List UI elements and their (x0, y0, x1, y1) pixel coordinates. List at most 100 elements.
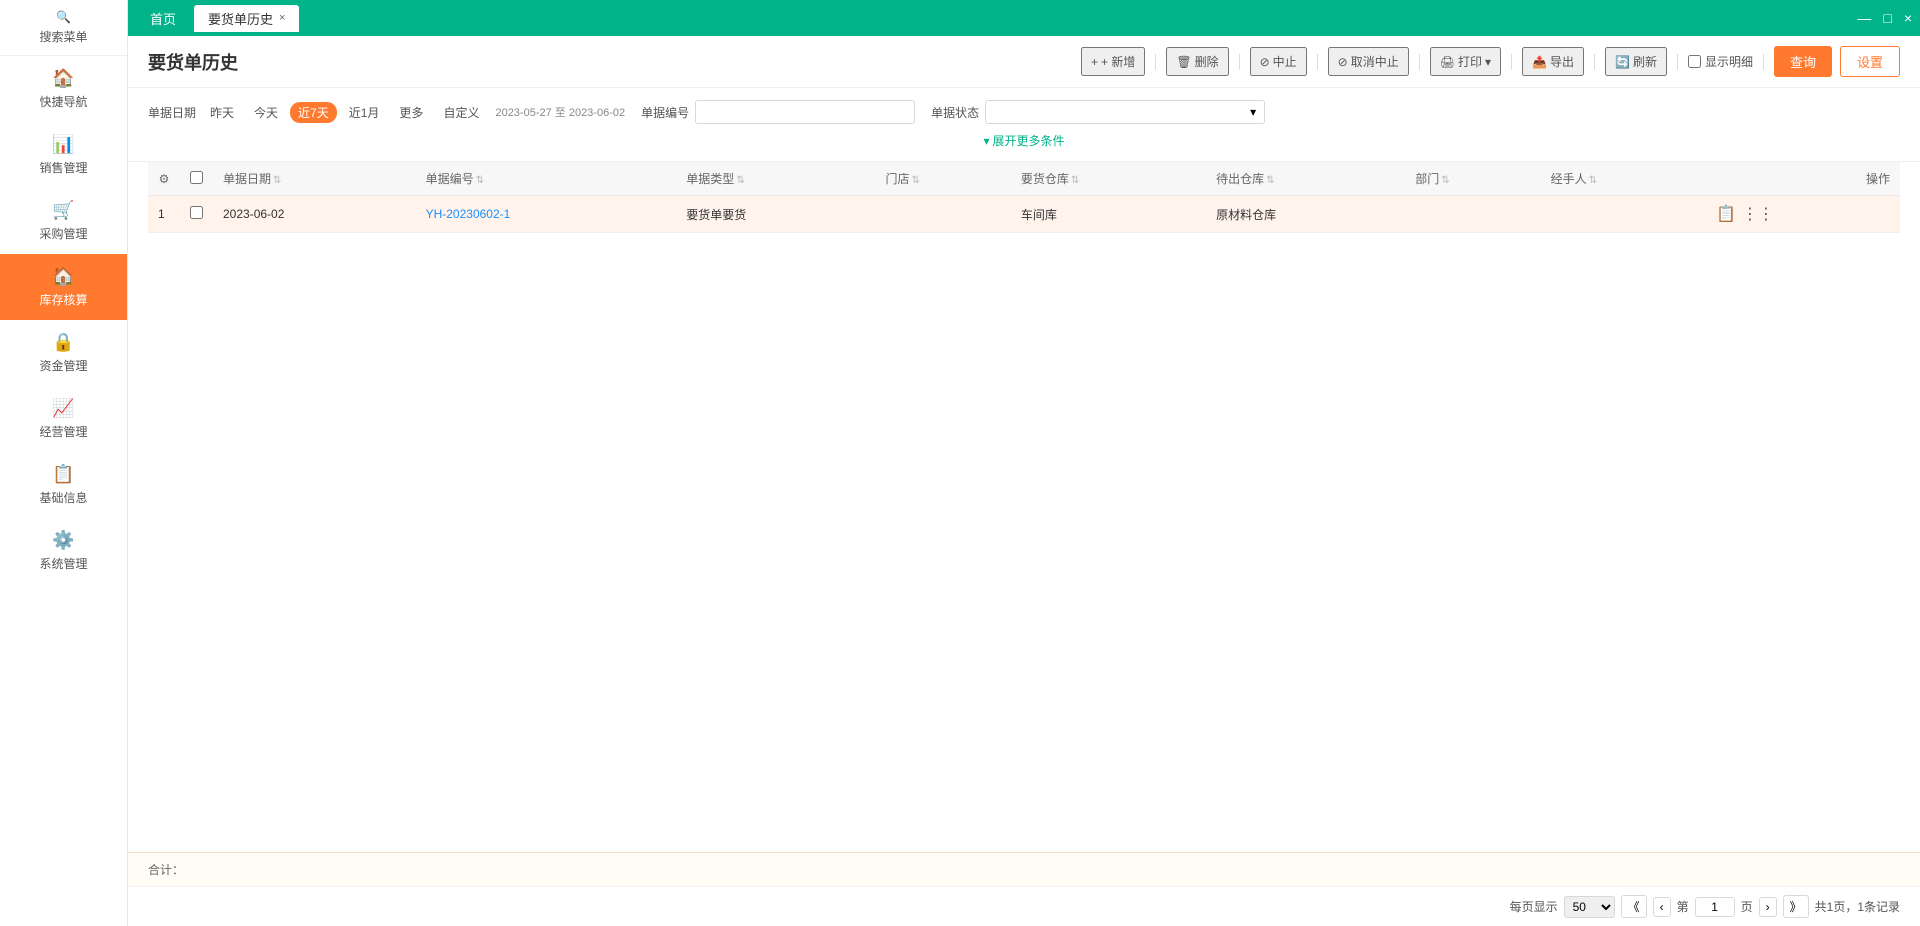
col-pending-warehouse: 待出仓库⇅ (1206, 162, 1405, 196)
tab-close-button[interactable]: × (279, 12, 285, 24)
page-number-input[interactable] (1695, 897, 1735, 917)
export-button[interactable]: 📤 导出 (1522, 47, 1584, 76)
next-page-button[interactable]: › (1759, 897, 1777, 917)
cell-checkbox (180, 196, 213, 233)
row-delete-icon[interactable]: ⋮⋮ (1742, 204, 1774, 224)
cell-store (875, 196, 1010, 233)
sort-handler-icon[interactable]: ⇅ (1589, 175, 1597, 186)
operations-icon: 📈 (52, 398, 74, 419)
refresh-button[interactable]: 🔄 刷新 (1605, 47, 1667, 76)
sidebar-item-finance[interactable]: 🔒 资金管理 (0, 320, 127, 386)
date-7days-btn[interactable]: 近7天 (290, 102, 337, 123)
show-detail-toggle[interactable]: 显示明细 (1688, 53, 1753, 70)
delete-button[interactable]: 🗑 删除 (1166, 47, 1228, 76)
tab-history[interactable]: 要货单历史 × (194, 5, 299, 32)
doc-number-link[interactable]: YH-20230602-1 (426, 207, 511, 221)
cell-handler (1541, 196, 1706, 233)
sidebar-item-operations[interactable]: 📈 经营管理 (0, 386, 127, 452)
col-action: 操作 (1706, 162, 1900, 196)
cancel-suspend-icon: ⊘ (1338, 55, 1348, 69)
filter-area: 单据日期 昨天 今天 近7天 近1月 更多 自定义 2023-05-27 至 2… (128, 88, 1920, 162)
toolbar-divider7 (1677, 54, 1678, 70)
toolbar-divider3 (1317, 54, 1318, 70)
date-yesterday-btn[interactable]: 昨天 (202, 102, 242, 123)
inventory-icon: 🏠 (52, 266, 74, 287)
sidebar-item-search-menu[interactable]: 🔍 搜索菜单 (0, 0, 127, 56)
page-label: 第 (1677, 898, 1689, 915)
cancel-suspend-button[interactable]: ⊘ 取消中止 (1328, 47, 1409, 76)
sort-department-icon[interactable]: ⇅ (1441, 175, 1449, 186)
toolbar-divider4 (1419, 54, 1420, 70)
date-quick-buttons: 昨天 今天 近7天 近1月 更多 自定义 (202, 102, 487, 123)
tab-home[interactable]: 首页 (136, 5, 190, 32)
col-checkbox (180, 162, 213, 196)
row-checkbox[interactable] (190, 206, 203, 219)
sidebar-item-basic-info[interactable]: 📋 基础信息 (0, 452, 127, 518)
sort-number-icon[interactable]: ⇅ (476, 175, 484, 186)
status-label: 单据状态 (931, 104, 979, 121)
date-custom-btn[interactable]: 自定义 (435, 102, 487, 123)
date-filter-label: 单据日期 (148, 104, 196, 121)
toolbar-divider6 (1594, 54, 1595, 70)
per-page-select[interactable]: 50 100 200 (1564, 896, 1615, 918)
sort-date-icon[interactable]: ⇅ (273, 175, 281, 186)
select-all-checkbox[interactable] (190, 171, 203, 184)
query-button[interactable]: 查询 (1774, 46, 1832, 77)
toolbar-divider2 (1239, 54, 1240, 70)
status-filter-group: 单据状态 ▾ (931, 100, 1265, 124)
col-number: 单据编号⇅ (416, 162, 677, 196)
expand-more-button[interactable]: ▾ 展开更多条件 (983, 132, 1064, 149)
sidebar-item-system[interactable]: ⚙️ 系统管理 (0, 518, 127, 584)
sidebar-item-purchase[interactable]: 🛒 采购管理 (0, 188, 127, 254)
date-more-btn[interactable]: 更多 (391, 102, 431, 123)
print-button[interactable]: 🖨 打印 ▾ (1430, 47, 1501, 76)
date-range-display: 2023-05-27 至 2023-06-02 (495, 104, 625, 120)
sort-pending-warehouse-icon[interactable]: ⇅ (1266, 175, 1274, 186)
cell-department (1405, 196, 1540, 233)
col-req-warehouse: 要货仓库⇅ (1011, 162, 1206, 196)
status-select[interactable]: ▾ (985, 100, 1265, 124)
doc-number-input[interactable] (695, 100, 915, 124)
table-row: 1 2023-06-02 YH-20230602-1 要货单要货 车间库 原材料… (148, 196, 1900, 233)
new-button[interactable]: + + 新增 (1081, 47, 1145, 76)
prev-page-button[interactable]: ‹ (1653, 897, 1671, 917)
sort-store-icon[interactable]: ⇅ (911, 175, 919, 186)
col-store: 门店⇅ (875, 162, 1010, 196)
sidebar-item-inventory[interactable]: 🏠 库存核算 (0, 254, 127, 320)
status-dropdown-icon: ▾ (1250, 105, 1256, 119)
window-minimize-button[interactable]: — (1857, 10, 1871, 26)
last-page-button[interactable]: 》 (1783, 895, 1809, 918)
expand-more-area: ▾ 展开更多条件 (148, 132, 1900, 149)
sidebar-item-sales[interactable]: 📊 销售管理 (0, 122, 127, 188)
footer-summary: 合计： (128, 852, 1920, 886)
table-header-row: ⚙ 单据日期⇅ 单据编号⇅ 单据类型⇅ 门店⇅ 要货仓库⇅ 待出仓库⇅ 部门⇅ … (148, 162, 1900, 196)
row-edit-icon[interactable]: 📋 (1716, 204, 1736, 224)
window-maximize-button[interactable]: □ (1883, 10, 1891, 26)
export-icon: 📤 (1532, 55, 1547, 69)
date-today-btn[interactable]: 今天 (246, 102, 286, 123)
toolbar-divider (1155, 54, 1156, 70)
table-body: 1 2023-06-02 YH-20230602-1 要货单要货 车间库 原材料… (148, 196, 1900, 233)
suspend-button[interactable]: ⊘ 中止 (1250, 47, 1307, 76)
action-icons: 📋 ⋮⋮ (1716, 204, 1890, 224)
sort-type-icon[interactable]: ⇅ (736, 175, 744, 186)
page-title: 要货单历史 (148, 49, 1081, 75)
cell-req-warehouse: 车间库 (1011, 196, 1206, 233)
cell-type: 要货单要货 (676, 196, 875, 233)
sidebar-item-quick-nav[interactable]: 🏠 快捷导航 (0, 56, 127, 122)
date-1month-btn[interactable]: 近1月 (341, 102, 388, 123)
col-type: 单据类型⇅ (676, 162, 875, 196)
col-handler: 经手人⇅ (1541, 162, 1706, 196)
sort-req-warehouse-icon[interactable]: ⇅ (1071, 175, 1079, 186)
first-page-button[interactable]: 《 (1621, 895, 1647, 918)
show-detail-checkbox[interactable] (1688, 55, 1701, 68)
window-close-button[interactable]: × (1904, 10, 1912, 26)
date-filter-group: 单据日期 昨天 今天 近7天 近1月 更多 自定义 (148, 102, 487, 123)
settings-button[interactable]: 设置 (1840, 46, 1900, 77)
search-icon: 🔍 (56, 10, 71, 24)
main-area: 首页 要货单历史 × — □ × 要货单历史 + + 新增 🗑 删除 (128, 0, 1920, 926)
doc-number-filter-group: 单据编号 (641, 100, 915, 124)
delete-icon: 🗑 (1176, 55, 1191, 69)
tabs-bar-right: — □ × (1857, 10, 1912, 26)
cell-number: YH-20230602-1 (416, 196, 677, 233)
